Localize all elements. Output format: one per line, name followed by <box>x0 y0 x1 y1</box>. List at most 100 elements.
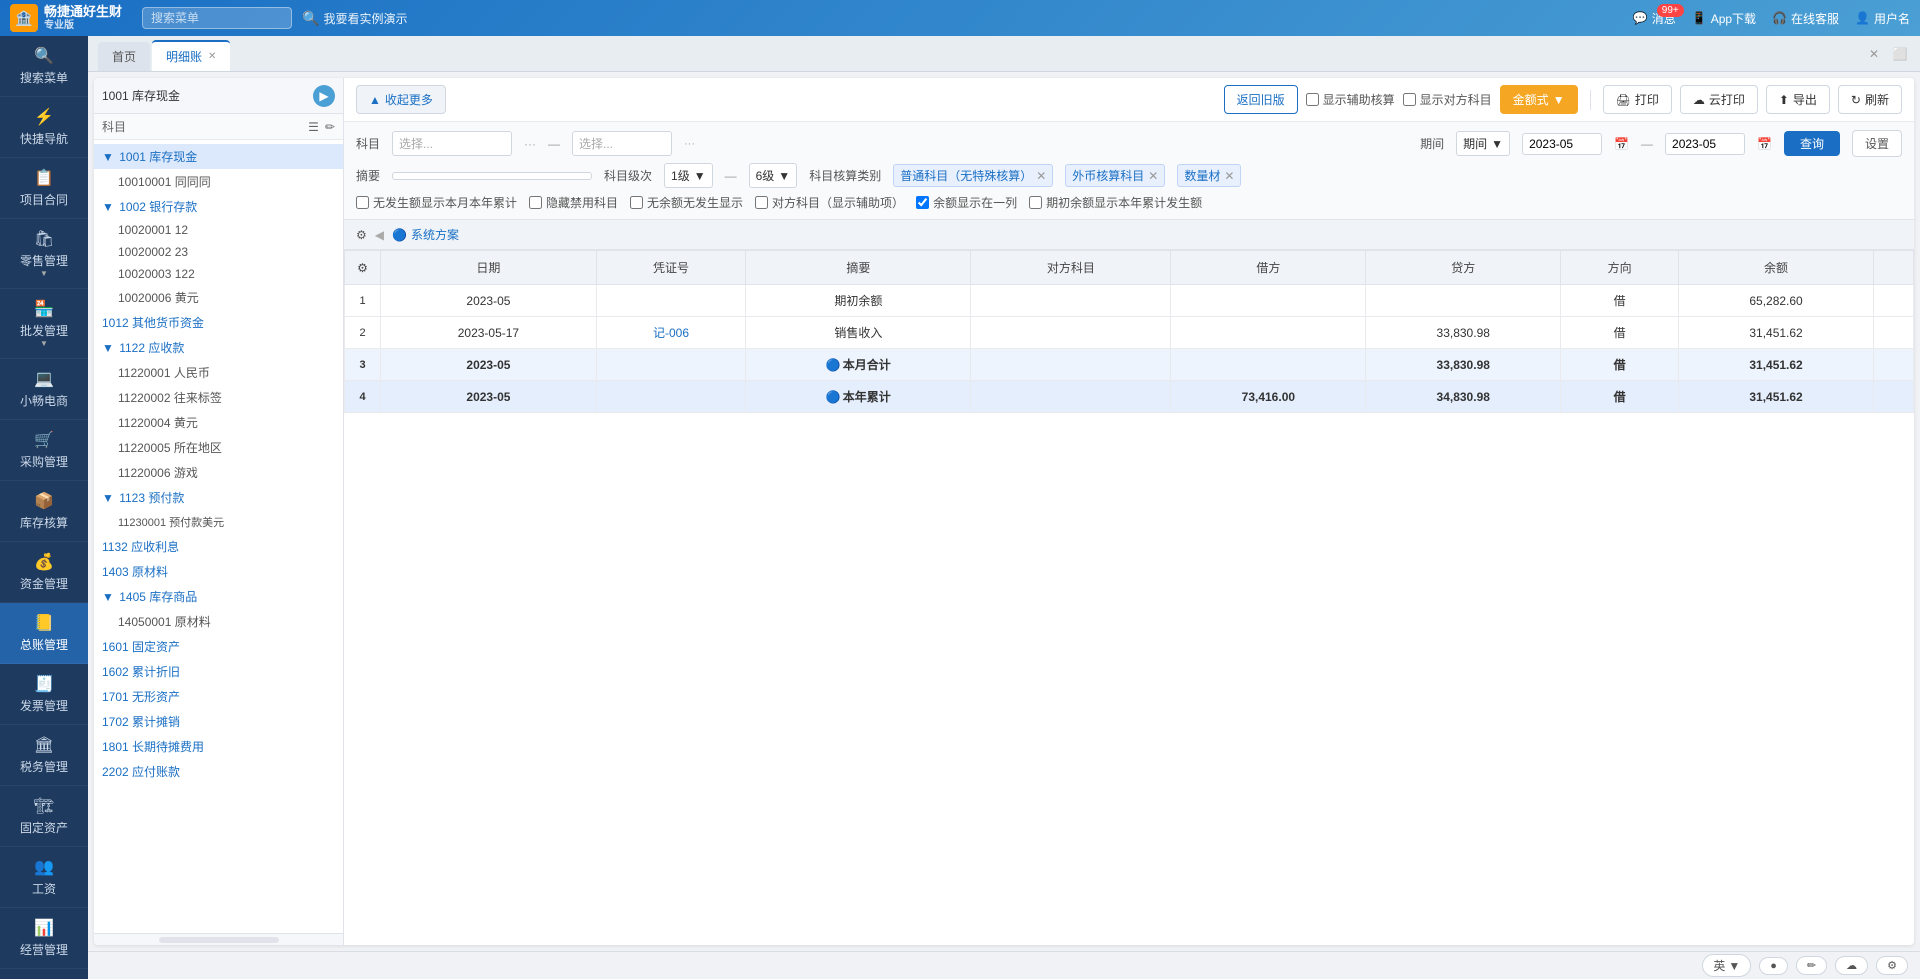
sidebar-item-purchase[interactable]: 🛒 采购管理 <box>0 420 88 481</box>
period-type-select[interactable]: 期间 ▼ <box>1456 131 1510 156</box>
tree-item-11220004[interactable]: 11220004 黄元 <box>94 410 343 435</box>
show-contra-input[interactable] <box>1403 93 1416 106</box>
tree-list-icon[interactable]: ☰ <box>308 120 319 134</box>
tree-item-10020001[interactable]: 10020001 12 <box>94 219 343 241</box>
tree-item-1801[interactable]: 1801 长期待摊费用 <box>94 734 343 759</box>
opening-show-input[interactable] <box>1029 196 1042 209</box>
no-balance-show-input[interactable] <box>356 196 369 209</box>
sidebar-item-tax[interactable]: 🏛 税务管理 <box>0 725 88 786</box>
app-download-btn[interactable]: 📱 App下载 <box>1692 10 1756 27</box>
sidebar-item-operations[interactable]: 📊 经营管理 <box>0 908 88 969</box>
tree-item-14050001[interactable]: 14050001 原材料 <box>94 609 343 634</box>
money-format-btn[interactable]: 金额式 ▼ <box>1500 85 1578 114</box>
tree-item-1123[interactable]: ▼ 1123 预付款 <box>94 485 343 510</box>
hide-disabled-checkbox[interactable]: 隐藏禁用科目 <box>529 194 618 211</box>
tree-edit-icon[interactable]: ✏ <box>325 120 335 134</box>
export-btn[interactable]: ⬆ 导出 <box>1766 85 1830 114</box>
tree-item-11220002[interactable]: 11220002 往来标签 <box>94 385 343 410</box>
row-voucher[interactable] <box>596 349 745 381</box>
tree-item-1001[interactable]: ▼ 1001 库存现金 <box>94 144 343 169</box>
tree-item-1601[interactable]: 1601 固定资产 <box>94 634 343 659</box>
col-settings-header[interactable]: ⚙ <box>345 251 381 285</box>
tree-item-10010001[interactable]: 10010001 同同同 <box>94 169 343 194</box>
type-tag3-remove[interactable]: ✕ <box>1224 169 1234 183</box>
settings-btn[interactable]: 设置 <box>1852 130 1902 157</box>
level-end-select[interactable]: 6级 ▼ <box>749 163 798 188</box>
tree-item-1403[interactable]: 1403 原材料 <box>94 559 343 584</box>
cloud-btn[interactable]: ☁ <box>1835 956 1868 975</box>
type-tag2-remove[interactable]: ✕ <box>1148 169 1158 183</box>
online-service-btn[interactable]: 🎧 在线客服 <box>1772 10 1839 27</box>
no-amount-show-input[interactable] <box>630 196 643 209</box>
type-tag1-remove[interactable]: ✕ <box>1036 169 1046 183</box>
edit-btn[interactable]: ✏ <box>1796 956 1827 975</box>
opening-show-checkbox[interactable]: 期初余额显示本年累计发生额 <box>1029 194 1202 211</box>
tree-item-1002[interactable]: ▼ 1002 银行存款 <box>94 194 343 219</box>
sidebar-item-payroll[interactable]: 👥 工资 <box>0 847 88 908</box>
sidebar-item-capital[interactable]: 💰 资金管理 <box>0 542 88 603</box>
row-voucher[interactable]: 记-006 <box>596 317 745 349</box>
sidebar-item-inventory[interactable]: 📦 库存核算 <box>0 481 88 542</box>
tree-item-10020006[interactable]: 10020006 黄元 <box>94 285 343 310</box>
sidebar-item-wholesale[interactable]: 🏪 批发管理 ▼ <box>0 289 88 359</box>
period-calendar-icon-end[interactable]: 📅 <box>1757 137 1772 151</box>
tree-item-1405[interactable]: ▼ 1405 库存商品 <box>94 584 343 609</box>
show-contra-checkbox[interactable]: 显示对方科目 <box>1403 91 1492 108</box>
no-amount-show-checkbox[interactable]: 无余额无发生显示 <box>630 194 743 211</box>
show-aux-calc-input[interactable] <box>1306 93 1319 106</box>
balance-one-col-checkbox[interactable]: 余额显示在一列 <box>916 194 1017 211</box>
balance-one-col-input[interactable] <box>916 196 929 209</box>
tree-item-11220005[interactable]: 11220005 所在地区 <box>94 435 343 460</box>
tree-item-1012[interactable]: 1012 其他货币资金 <box>94 310 343 335</box>
search-btn[interactable]: 查询 <box>1784 131 1840 156</box>
sidebar-item-search[interactable]: 🔍 搜索菜单 <box>0 36 88 97</box>
subject-input[interactable]: 选择... <box>392 131 512 156</box>
tree-item-10020003[interactable]: 10020003 122 <box>94 263 343 285</box>
sidebar-item-retail[interactable]: 🛍 零售管理 ▼ <box>0 219 88 289</box>
tree-item-11230001[interactable]: 11230001 预付款美元 <box>94 510 343 534</box>
tree-item-1132[interactable]: 1132 应收利息 <box>94 534 343 559</box>
user-avatar-btn[interactable]: 👤 用户名 <box>1855 10 1910 27</box>
status-dot-btn[interactable]: ● <box>1759 957 1788 975</box>
print-btn[interactable]: 🖨 打印 <box>1603 85 1672 114</box>
bottom-settings-btn[interactable]: ⚙ <box>1876 956 1908 975</box>
tab-close-icon[interactable]: ✕ <box>208 51 216 62</box>
period-end-input[interactable]: 2023-05 <box>1665 133 1745 155</box>
account-nav-btn[interactable]: ▶ <box>313 85 335 107</box>
collapse-more-btn[interactable]: ▲ 收起更多 <box>356 85 446 114</box>
contra-show-checkbox[interactable]: 对方科目（显示辅助项） <box>755 194 904 211</box>
show-aux-calc-checkbox[interactable]: 显示辅助核算 <box>1306 91 1395 108</box>
tree-item-11220001[interactable]: 11220001 人民币 <box>94 360 343 385</box>
no-balance-show-checkbox[interactable]: 无发生额显示本月本年累计 <box>356 194 517 211</box>
sidebar-item-quick-nav[interactable]: ⚡ 快捷导航 <box>0 97 88 158</box>
tab-home[interactable]: 首页 <box>98 42 150 71</box>
tree-item-1701[interactable]: 1701 无形资产 <box>94 684 343 709</box>
cloud-print-btn[interactable]: ☁ 云打印 <box>1680 85 1758 114</box>
window-expand-icon[interactable]: ⬜ <box>1890 44 1910 64</box>
row-voucher[interactable] <box>596 285 745 317</box>
level-start-select[interactable]: 1级 ▼ <box>664 163 713 188</box>
tree-item-1702[interactable]: 1702 累计摊销 <box>94 709 343 734</box>
tab-detail[interactable]: 明细账 ✕ <box>152 40 230 71</box>
tree-item-10020002[interactable]: 10020002 23 <box>94 241 343 263</box>
sidebar-item-sales[interactable]: 📈 小畅报销 <box>0 969 88 979</box>
tree-item-1122[interactable]: ▼ 1122 应收款 <box>94 335 343 360</box>
sidebar-item-ledger[interactable]: 📒 总账管理 <box>0 603 88 664</box>
window-close-icon[interactable]: ✕ <box>1864 44 1884 64</box>
message-btn[interactable]: 💬 消息 99+ <box>1633 10 1676 27</box>
subject-input-end[interactable]: 选择... <box>572 131 672 156</box>
row-voucher[interactable] <box>596 381 745 413</box>
lang-btn[interactable]: 英 ▼ <box>1702 954 1751 977</box>
h-scrollbar[interactable] <box>159 937 279 943</box>
period-start-input[interactable]: 2023-05 <box>1522 133 1602 155</box>
voucher-link[interactable]: 记-006 <box>653 326 689 340</box>
demo-link[interactable]: 🔍 我要看实例演示 <box>302 10 407 27</box>
hide-disabled-input[interactable] <box>529 196 542 209</box>
sidebar-item-project[interactable]: 📋 项目合同 <box>0 158 88 219</box>
top-search-input[interactable] <box>142 7 292 29</box>
summary-input[interactable] <box>392 172 592 180</box>
refresh-btn[interactable]: ↻ 刷新 <box>1838 85 1902 114</box>
sidebar-item-assets[interactable]: 🏗 固定资产 <box>0 786 88 847</box>
tree-item-1602[interactable]: 1602 累计折旧 <box>94 659 343 684</box>
sidebar-item-ecommerce[interactable]: 💻 小畅电商 <box>0 359 88 420</box>
